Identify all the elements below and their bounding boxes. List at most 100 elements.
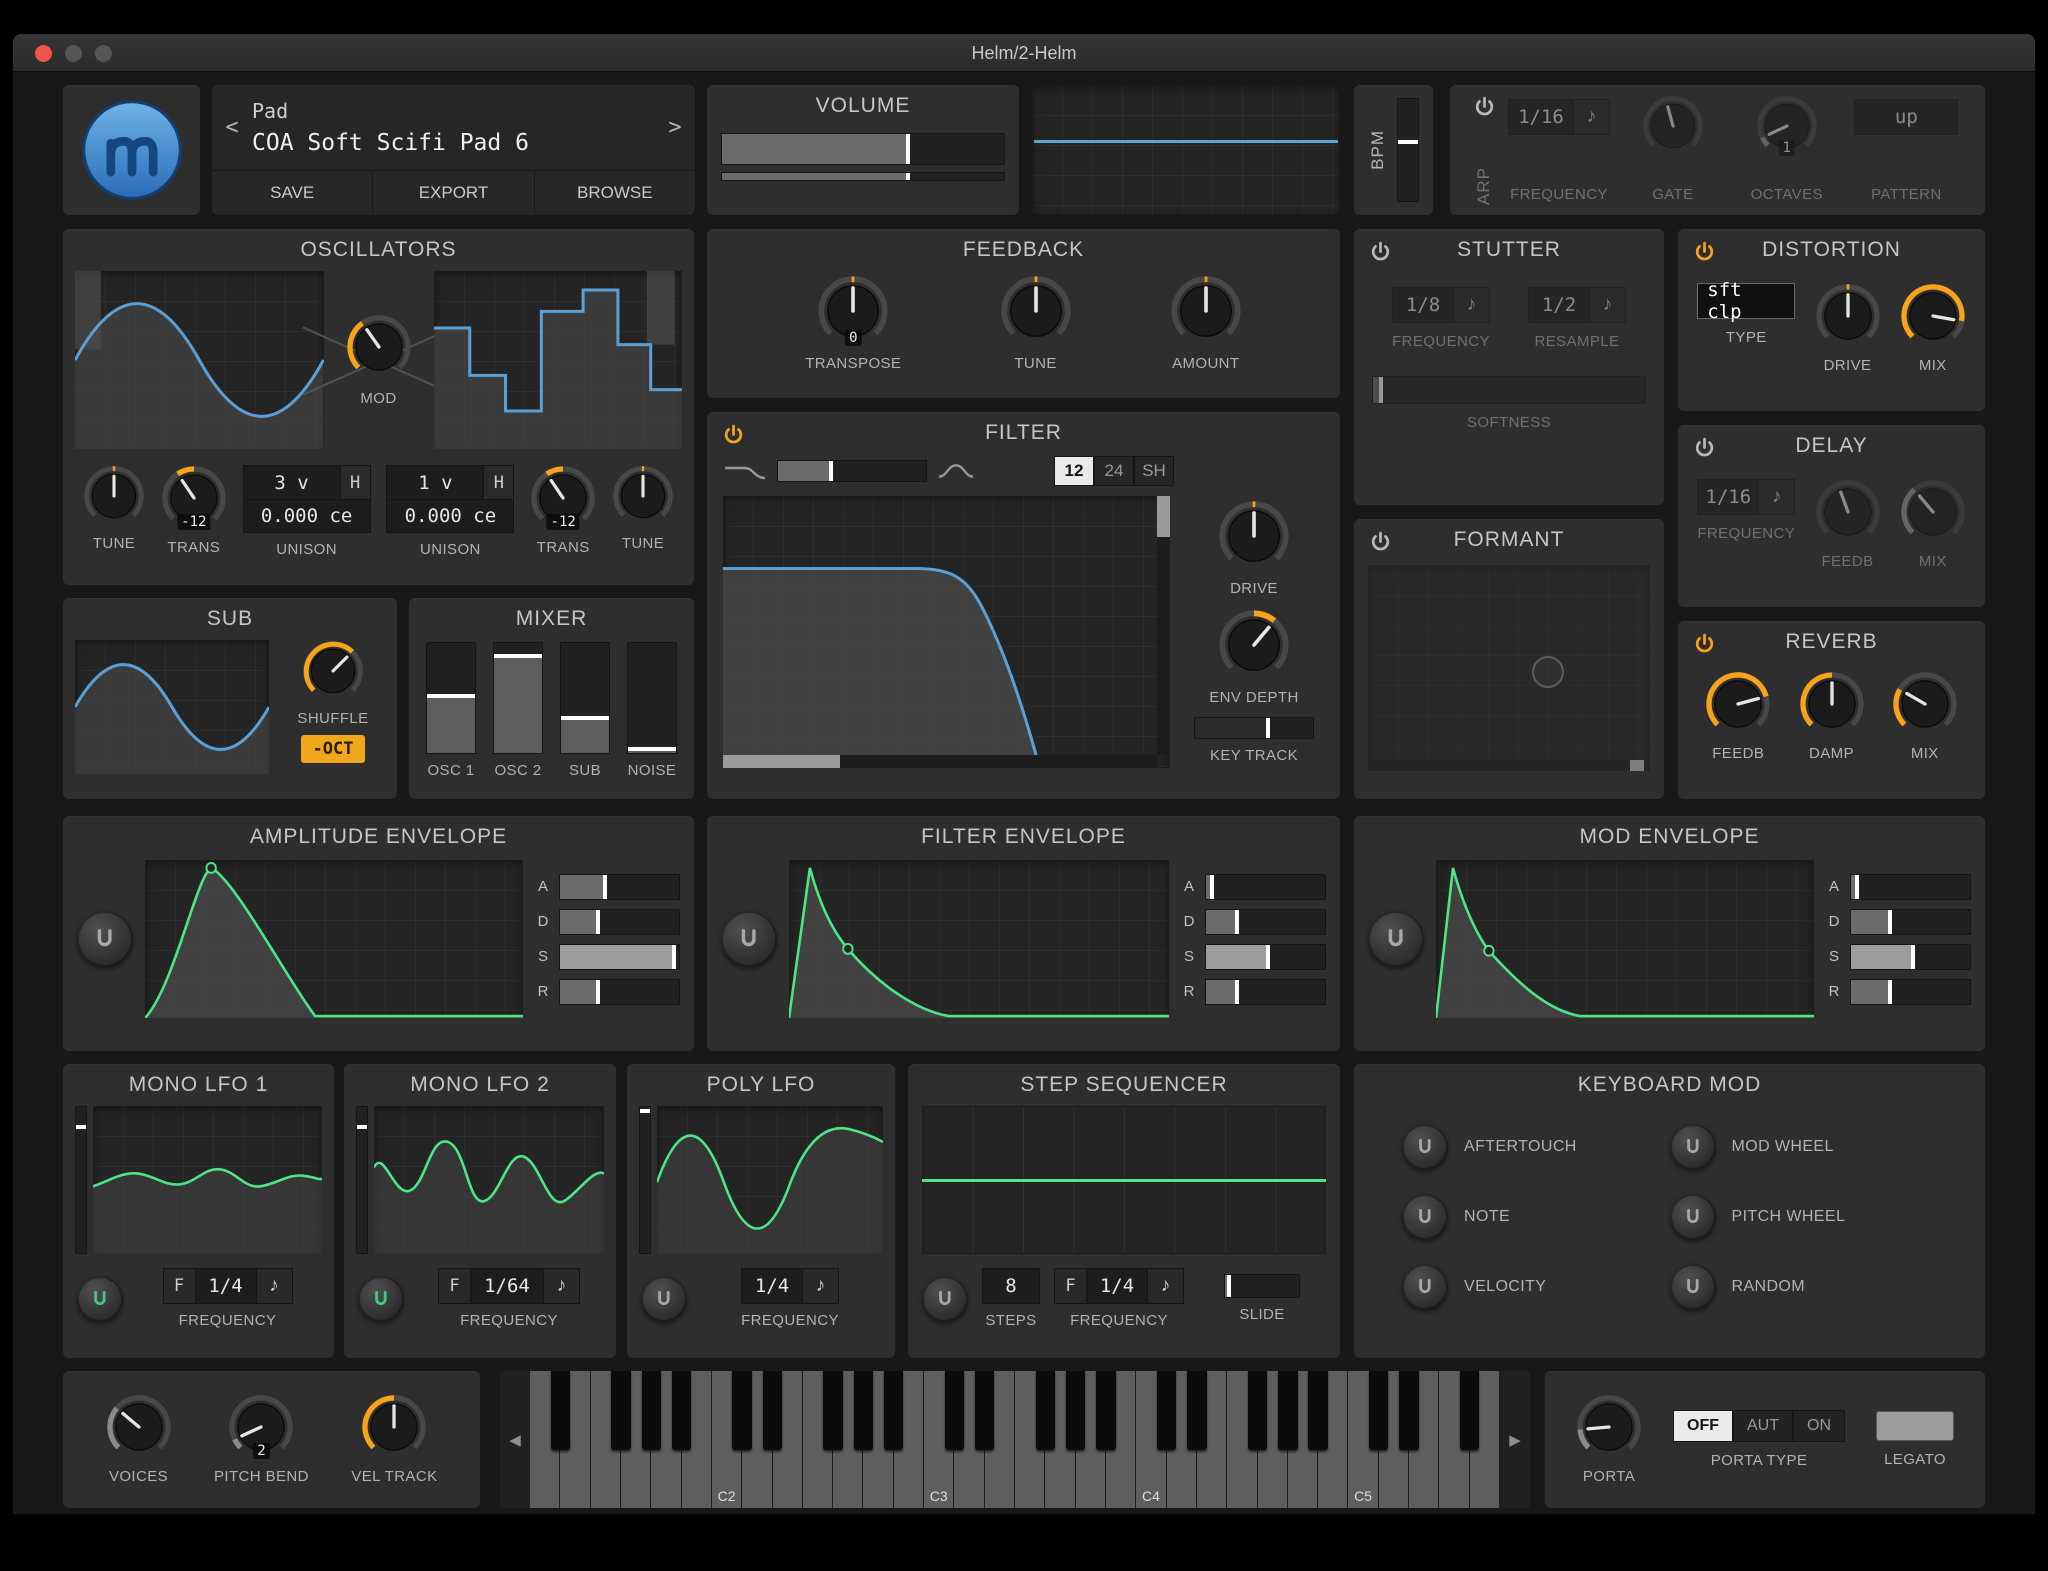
mixer-sub-slider[interactable] <box>560 642 610 754</box>
poly-lfo-amplitude-slider[interactable] <box>639 1106 651 1254</box>
piano-black-key[interactable] <box>1066 1371 1085 1450</box>
feedback-transpose-knob[interactable]: 0 <box>817 275 889 347</box>
filter-attack-slider[interactable] <box>1205 874 1326 900</box>
distortion-power-button[interactable] <box>1692 240 1717 265</box>
patch-category[interactable]: Pad <box>252 99 655 123</box>
piano-black-key[interactable] <box>1399 1371 1418 1450</box>
delay-mix-knob[interactable] <box>1900 479 1966 545</box>
minimize-window-button[interactable] <box>65 45 82 62</box>
piano-black-key[interactable] <box>1308 1371 1327 1450</box>
delay-frequency-value[interactable]: 1/16 <box>1697 479 1759 515</box>
filter-release-slider[interactable] <box>1205 979 1326 1005</box>
lfo2-frequency-value[interactable]: 1/64 <box>470 1268 544 1304</box>
distortion-type-value[interactable]: sft clp <box>1697 283 1795 319</box>
filter-sustain-slider[interactable] <box>1205 944 1326 970</box>
feedback-amount-knob[interactable] <box>1170 275 1242 347</box>
osc1-unison-detune[interactable]: 0.000 ce <box>244 499 370 532</box>
stutter-softness-slider[interactable] <box>1372 376 1646 404</box>
keyboard-scroll-left-button[interactable]: ◀ <box>500 1371 530 1508</box>
piano-black-key[interactable] <box>854 1371 873 1450</box>
filter-shelf-button[interactable]: SH <box>1134 456 1174 486</box>
osc-mod-knob[interactable] <box>346 314 412 380</box>
step-sequencer-frequency-note-button[interactable]: ♪ <box>1148 1268 1184 1304</box>
osc2-trans-knob[interactable]: -12 <box>530 465 596 531</box>
stutter-frequency-note-button[interactable]: ♪ <box>1454 287 1490 323</box>
mixer-noise-slider[interactable] <box>627 642 677 754</box>
piano-black-key[interactable] <box>1096 1371 1115 1450</box>
formant-xy-handle[interactable] <box>1532 656 1564 688</box>
piano-black-key[interactable] <box>763 1371 782 1450</box>
filter-cutoff-slider[interactable] <box>723 755 1157 768</box>
export-button[interactable]: EXPORT <box>373 171 534 214</box>
volume-slider[interactable] <box>721 133 1005 165</box>
osc2-unison-detune[interactable]: 0.000 ce <box>387 499 513 532</box>
vel-track-knob[interactable] <box>361 1394 427 1460</box>
filter-decay-slider[interactable] <box>1205 909 1326 935</box>
pitch-bend-knob[interactable]: 2 <box>228 1394 294 1460</box>
lfo1-sync-mode-button[interactable]: F <box>163 1268 195 1304</box>
mixer-osc1-slider[interactable] <box>426 642 476 754</box>
step-sequencer-slide-slider[interactable] <box>1224 1274 1300 1298</box>
velocity-mod-source[interactable] <box>1402 1264 1448 1310</box>
piano-black-key[interactable] <box>1278 1371 1297 1450</box>
amp-decay-slider[interactable] <box>559 909 680 935</box>
filter-envelope-mod-source[interactable] <box>721 911 777 967</box>
reverb-power-button[interactable] <box>1692 632 1717 657</box>
piano-black-key[interactable] <box>975 1371 994 1450</box>
filter-24db-button[interactable]: 24 <box>1094 456 1134 486</box>
keyboard-scroll-right-button[interactable]: ▶ <box>1500 1371 1530 1508</box>
piano-black-key[interactable] <box>1036 1371 1055 1450</box>
step-sequencer-frequency-value[interactable]: 1/4 <box>1086 1268 1148 1304</box>
mod-envelope-mod-source[interactable] <box>1368 911 1424 967</box>
osc2-wave-display[interactable] <box>434 271 683 449</box>
zoom-window-button[interactable] <box>95 45 112 62</box>
sub-shuffle-knob[interactable] <box>302 640 364 702</box>
piano-black-key[interactable] <box>732 1371 751 1450</box>
amplitude-envelope-graph[interactable] <box>145 860 523 1018</box>
stutter-resample-note-button[interactable]: ♪ <box>1590 287 1626 323</box>
filter-key-track-slider[interactable] <box>1194 717 1314 739</box>
lfo2-sync-mode-button[interactable]: F <box>438 1268 470 1304</box>
amp-attack-slider[interactable] <box>559 874 680 900</box>
lfo2-mod-source[interactable] <box>358 1276 404 1322</box>
patch-name[interactable]: COA Soft Scifi Pad 6 <box>252 130 655 156</box>
mod-envelope-graph[interactable] <box>1436 860 1814 1018</box>
piano-black-key[interactable] <box>1460 1371 1479 1450</box>
poly-lfo-wave-display[interactable] <box>657 1106 883 1254</box>
formant-power-button[interactable] <box>1368 530 1393 555</box>
piano-black-key[interactable] <box>945 1371 964 1450</box>
random-mod-source[interactable] <box>1670 1264 1716 1310</box>
porta-knob[interactable] <box>1576 1394 1642 1460</box>
filter-power-button[interactable] <box>721 423 746 448</box>
lfo1-amplitude-slider[interactable] <box>75 1106 87 1254</box>
patch-prev-button[interactable]: < <box>212 85 252 170</box>
osc1-unison-voices[interactable]: 3 v <box>244 466 340 499</box>
lfo1-frequency-value[interactable]: 1/4 <box>195 1268 257 1304</box>
piano-black-key[interactable] <box>551 1371 570 1450</box>
reverb-damp-knob[interactable] <box>1799 671 1865 737</box>
arp-power-button[interactable] <box>1472 95 1497 120</box>
filter-type-slider[interactable] <box>777 460 927 482</box>
filter-drive-knob[interactable] <box>1218 500 1290 572</box>
voices-knob[interactable] <box>106 1394 172 1460</box>
osc2-unison-voices[interactable]: 1 v <box>387 466 483 499</box>
step-sequencer-mod-source[interactable] <box>922 1276 968 1322</box>
step-sequencer-sync-mode-button[interactable]: F <box>1054 1268 1086 1304</box>
legato-toggle[interactable] <box>1876 1411 1954 1441</box>
piano-black-key[interactable] <box>1369 1371 1388 1450</box>
lfo1-frequency-note-button[interactable]: ♪ <box>257 1268 293 1304</box>
feedback-tune-knob[interactable] <box>1000 275 1072 347</box>
sub-wave-display[interactable] <box>75 640 269 774</box>
keyboard-keys[interactable]: C2C3C4C5 <box>530 1371 1500 1508</box>
osc2-harmonize-button[interactable]: H <box>483 466 513 499</box>
piano-black-key[interactable] <box>642 1371 661 1450</box>
delay-feedback-knob[interactable] <box>1815 479 1881 545</box>
filter-response-display[interactable] <box>723 496 1170 768</box>
piano-black-key[interactable] <box>1248 1371 1267 1450</box>
browse-button[interactable]: BROWSE <box>535 171 695 214</box>
step-sequencer-steps-value[interactable]: 8 <box>982 1268 1040 1304</box>
aftertouch-mod-source[interactable] <box>1402 1124 1448 1170</box>
filter-12db-button[interactable]: 12 <box>1054 456 1094 486</box>
piano-black-key[interactable] <box>1157 1371 1176 1450</box>
formant-xy-pad[interactable] <box>1368 565 1650 771</box>
